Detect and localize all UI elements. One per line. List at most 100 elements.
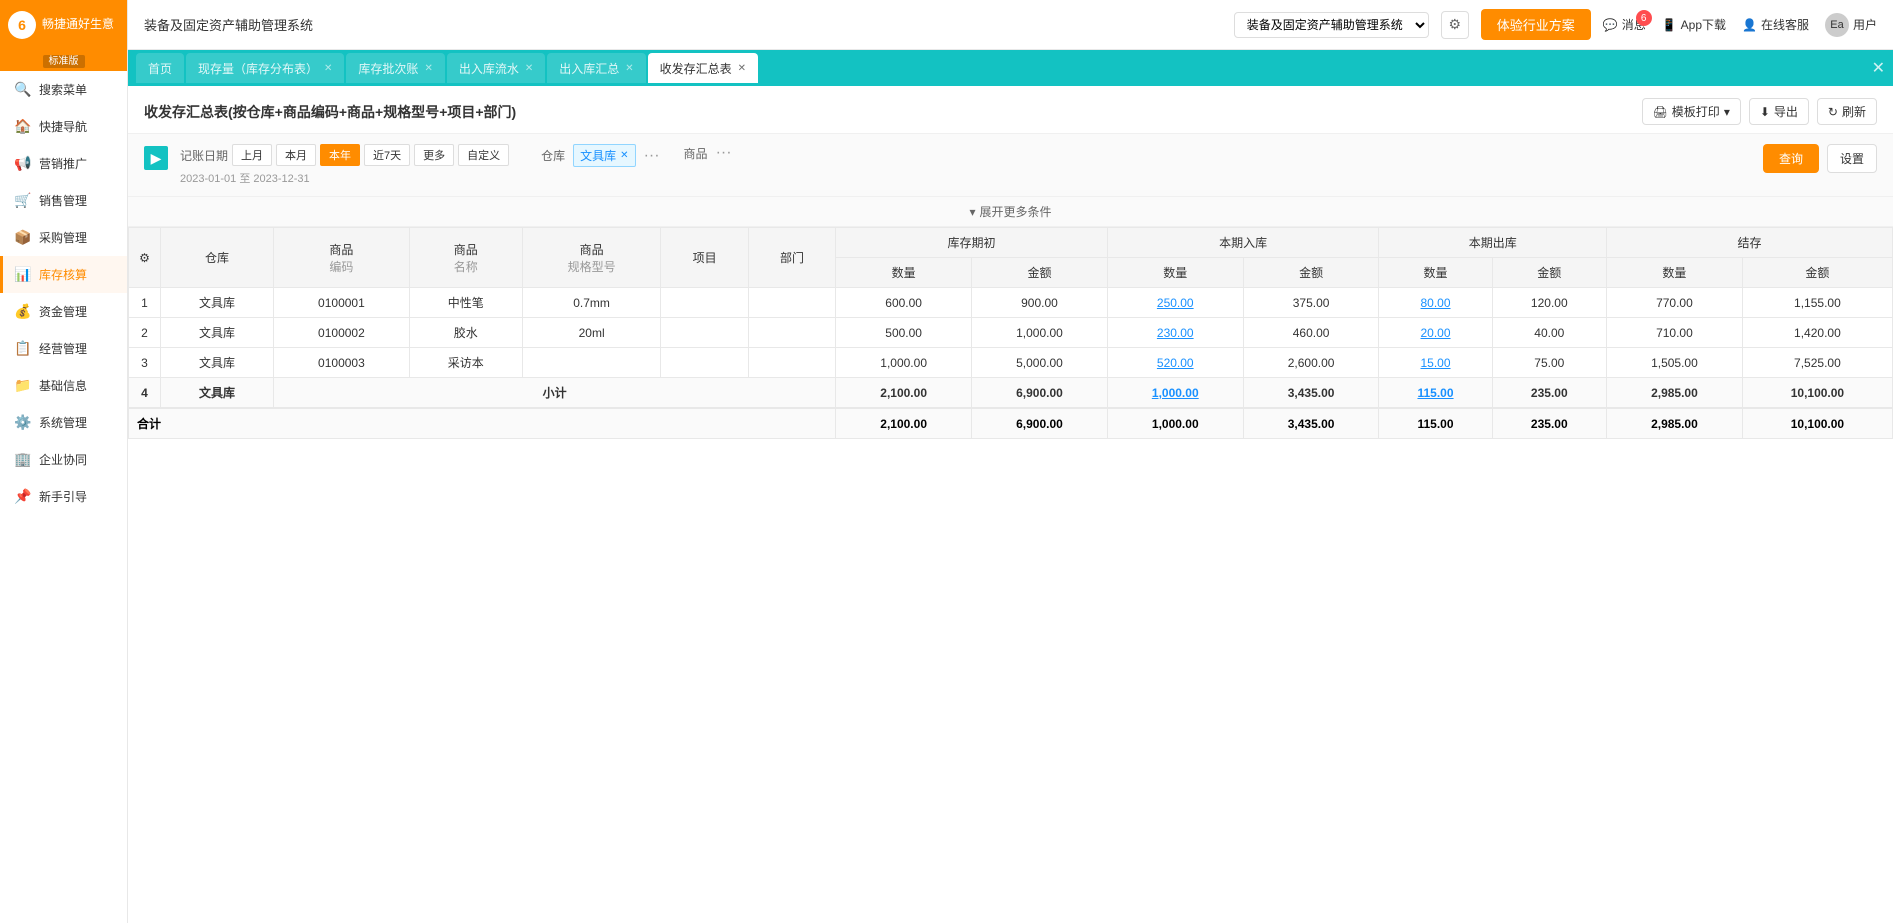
operation-icon: 📋 [15,341,31,357]
date-custom-btn[interactable]: 自定义 [458,144,509,166]
settings-icon[interactable]: ⚙ [1441,11,1469,39]
sidebar-item-inventory[interactable]: 📊 库存核算 [0,256,127,293]
row-out-qty[interactable]: 80.00 [1379,288,1492,318]
subtotal-open-qty: 2,100.00 [836,378,972,409]
sidebar-item-finance[interactable]: 💰 资金管理 [0,293,127,330]
sidebar-item-label: 营销推广 [39,155,87,172]
tab-label: 库存批次账 [358,60,418,77]
row-in-qty[interactable]: 250.00 [1107,288,1243,318]
filter-action-buttons: 查询 设置 [1763,144,1877,173]
sidebar-item-marketing[interactable]: 📢 营销推广 [0,145,127,182]
warehouse-more-dots[interactable]: ··· [644,147,660,165]
row-in-qty[interactable]: 520.00 [1107,348,1243,378]
row-project [661,348,748,378]
row-warehouse: 文具库 [161,348,274,378]
trial-button[interactable]: 体验行业方案 [1481,9,1591,40]
warehouse-tag-close[interactable]: ✕ [620,150,628,161]
row-code: 0100002 [274,318,410,348]
total-label: 合计 [129,408,836,439]
print-template-btn[interactable]: 🖨 模板打印 ▾ [1642,98,1741,125]
sidebar-logo: 6 畅捷通好生意 [0,0,127,50]
refresh-btn[interactable]: ↻ 刷新 [1817,98,1877,125]
sidebar-item-guide[interactable]: 📌 新手引导 [0,478,127,515]
row-out-qty[interactable]: 20.00 [1379,318,1492,348]
expand-icon: ▾ [969,205,975,219]
sidebar-item-enterprise[interactable]: 🏢 企业协同 [0,441,127,478]
sidebar-item-search[interactable]: 🔍 搜索菜单 [0,71,127,108]
row-in-qty[interactable]: 230.00 [1107,318,1243,348]
row-open-qty: 1,000.00 [836,348,972,378]
table-header-code: 商品编码 [274,228,410,288]
online-service-btn[interactable]: 👤 在线客服 [1742,16,1809,33]
date-this-month-btn[interactable]: 本月 [276,144,316,166]
row-spec: 0.7mm [522,288,661,318]
message-btn[interactable]: 💬 消息 6 [1603,16,1646,33]
date-last-month-btn[interactable]: 上月 [232,144,272,166]
filter-expand-btn[interactable]: ▶ [144,146,168,170]
query-btn[interactable]: 查询 [1763,144,1819,173]
row-no: 3 [129,348,161,378]
sidebar-item-purchase[interactable]: 📦 采购管理 [0,219,127,256]
sidebar-item-sales[interactable]: 🛒 销售管理 [0,182,127,219]
tab-close-btn[interactable]: ✕ [738,63,746,74]
total-open-amount: 6,900.00 [972,408,1108,439]
row-in-amount: 2,600.00 [1243,348,1379,378]
tab-close-btn[interactable]: ✕ [525,63,533,74]
sidebar-item-label: 搜索菜单 [39,81,87,98]
expand-more-btn[interactable]: ▾ 展开更多条件 [969,203,1051,220]
setting-btn[interactable]: 设置 [1827,144,1877,173]
tab-label: 出入库汇总 [559,60,619,77]
table-row: 1 文具库 0100001 中性笔 0.7mm 600.00 900.00 25… [129,288,1893,318]
row-bal-qty: 1,505.00 [1607,348,1743,378]
print-icon: 🖨 [1653,105,1668,119]
date-this-year-btn[interactable]: 本年 [320,144,360,166]
basic-icon: 📁 [15,378,31,394]
message-icon: 💬 [1603,18,1618,32]
row-project [661,318,748,348]
warehouse-tag[interactable]: 文具库 ✕ [573,144,635,167]
tab-inventory-dist[interactable]: 现存量（库存分布表） ✕ [186,53,344,83]
subtotal-warehouse: 文具库 [161,378,274,409]
row-spec [522,348,661,378]
sidebar-item-operation[interactable]: 📋 经营管理 [0,330,127,367]
export-btn[interactable]: ⬇ 导出 [1749,98,1809,125]
row-open-amount: 900.00 [972,288,1108,318]
tab-close-btn[interactable]: ✕ [324,63,332,74]
tab-home[interactable]: 首页 [136,53,184,83]
tab-inout-flow[interactable]: 出入库流水✕ [447,53,545,83]
date-filter-group: 记账日期 上月 本月 本年 近7天 更多 自定义 2023-01-01 至 20… [180,144,509,186]
subtotal-out-qty[interactable]: 115.00 [1379,378,1492,409]
tab-collect-summary[interactable]: 收发存汇总表✕ [648,53,758,83]
tab-label: 现存量（库存分布表） [198,60,318,77]
user-label: 用户 [1853,16,1877,33]
date-range-text: 2023-01-01 至 2023-12-31 [180,170,509,186]
sidebar-item-system[interactable]: ⚙️ 系统管理 [0,404,127,441]
row-out-qty[interactable]: 15.00 [1379,348,1492,378]
tab-inout-summary[interactable]: 出入库汇总 ✕ [547,53,645,83]
tab-close-btn[interactable]: ✕ [625,63,633,74]
table-header-project: 项目 [661,228,748,288]
table-row: 3 文具库 0100003 采访本 1,000.00 5,000.00 520.… [129,348,1893,378]
close-all-tabs-btn[interactable]: ✕ [1872,58,1885,78]
row-name: 采访本 [409,348,522,378]
subtotal-in-qty[interactable]: 1,000.00 [1107,378,1243,409]
sidebar-item-label: 快捷导航 [39,118,87,135]
date-7days-btn[interactable]: 近7天 [364,144,410,166]
user-menu[interactable]: Ea 用户 [1825,13,1877,37]
app-download-btn[interactable]: 📱 App下载 [1662,16,1726,33]
goods-more-dots[interactable]: ··· [716,144,732,162]
subtotal-out-amount: 235.00 [1492,378,1606,409]
tab-close-btn[interactable]: ✕ [424,63,432,74]
logo-icon: 6 [8,11,36,39]
row-dept [748,348,835,378]
table-settings-header[interactable]: ⚙ [129,228,161,288]
subtotal-no: 4 [129,378,161,409]
subtotal-bal-amount: 10,100.00 [1742,378,1892,409]
tab-batch[interactable]: 库存批次账 ✕ [346,53,444,83]
date-more-btn[interactable]: 更多 [414,144,454,166]
data-table: ⚙ 仓库 商品编码 商品名称 商品规格型号 项目 部门 库存期初 本期入库 本期… [128,227,1893,439]
system-select[interactable]: 装备及固定资产辅助管理系统 [1234,12,1429,38]
tab-label: 首页 [148,60,172,77]
sidebar-item-basic[interactable]: 📁 基础信息 [0,367,127,404]
sidebar-item-quick-nav[interactable]: 🏠 快捷导航 [0,108,127,145]
